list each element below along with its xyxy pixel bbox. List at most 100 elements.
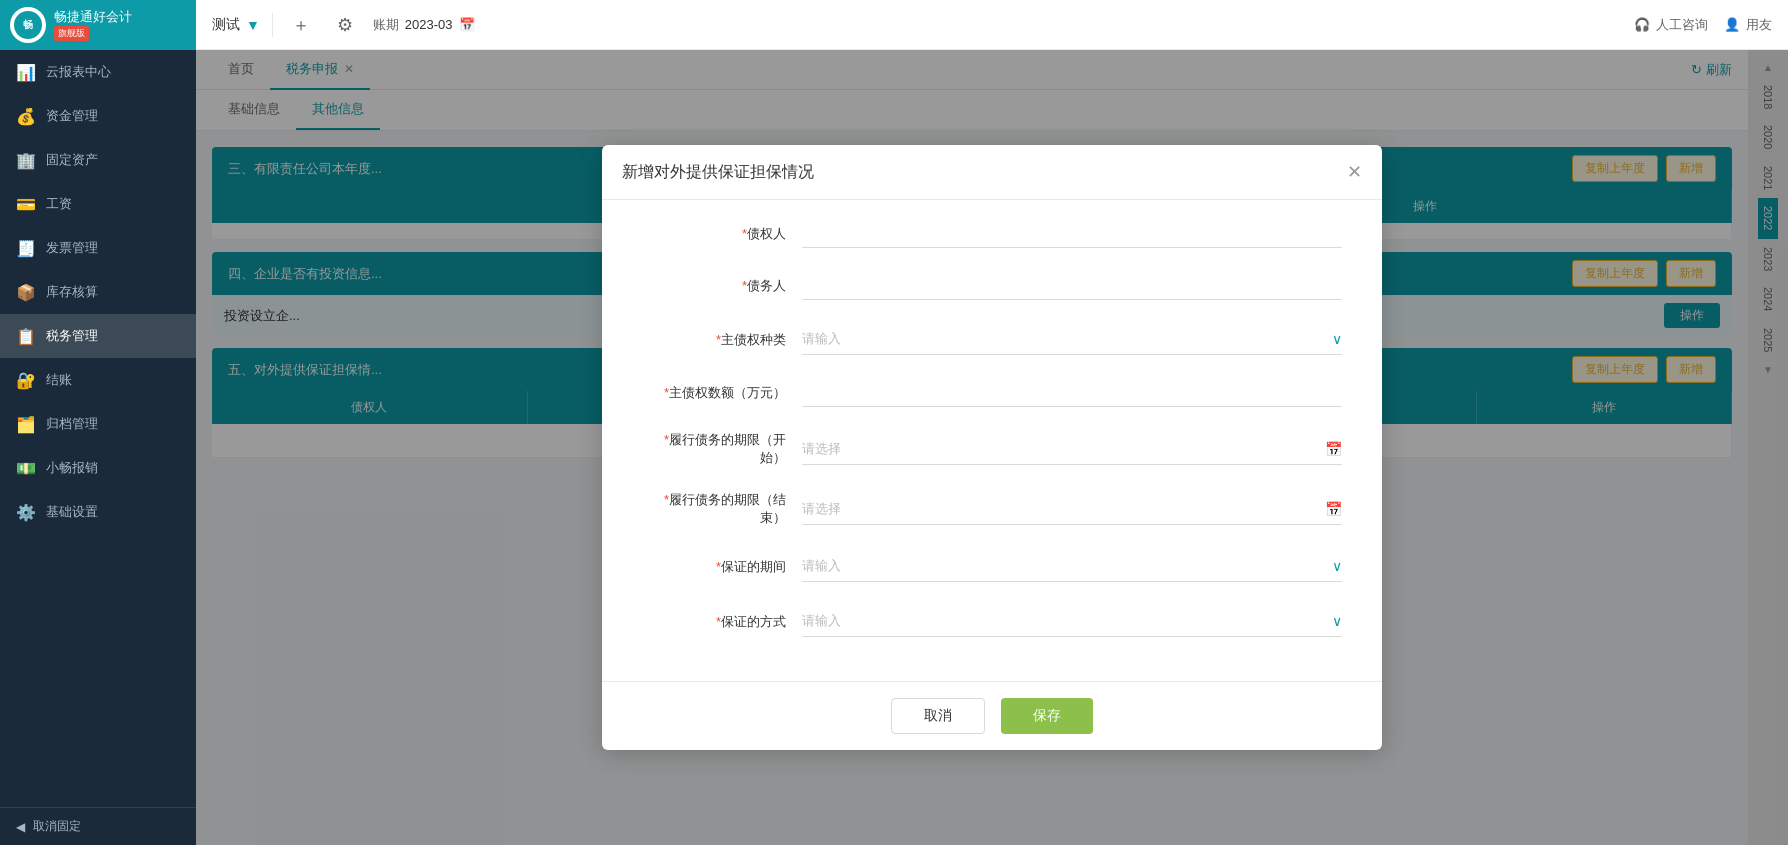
unpin-button[interactable]: ◀ 取消固定 [0,808,196,845]
form-row-guarantee-period: *保证的期间 请输入 ∨ [642,551,1342,582]
period-end-label: *履行债务的期限（结束） [642,491,802,527]
service-button[interactable]: 🎧 人工咨询 [1634,16,1708,34]
fund-mgmt-icon: 💰 [16,106,36,126]
claim-type-label: *主债权种类 [642,331,802,349]
sidebar-item-fixed-assets[interactable]: 🏢 固定资产 [0,138,196,182]
app-name: 畅捷通好会计 [54,9,132,25]
sidebar-label-archive: 归档管理 [46,415,98,433]
modal-title: 新增对外提供保证担保情况 [622,162,814,183]
modal-footer: 取消 保存 [602,681,1382,750]
period-start-calendar-icon: 📅 [1325,441,1342,457]
period-start-label: *履行债务的期限（开始） [642,431,802,467]
sidebar-label-tax-mgmt: 税务管理 [46,327,98,345]
expense-icon: 💵 [16,458,36,478]
modal-close-button[interactable]: ✕ [1347,161,1362,183]
debtor-input[interactable] [802,272,1342,300]
modal-backdrop: 新增对外提供保证担保情况 ✕ *债权人 [196,50,1788,845]
guarantee-period-label: *保证的期间 [642,558,802,576]
settings-button[interactable]: ⚙ [329,9,361,41]
sidebar-item-archive[interactable]: 🗂️ 归档管理 [0,402,196,446]
creditor-label: *债权人 [642,225,802,243]
modal-header: 新增对外提供保证担保情况 ✕ [602,145,1382,200]
topbar-divider1 [272,13,273,37]
period-label: 账期 [373,16,399,34]
period-end-calendar-icon: 📅 [1325,501,1342,517]
sidebar-label-fund-mgmt: 资金管理 [46,107,98,125]
sidebar-item-closing[interactable]: 🔐 结账 [0,358,196,402]
form-row-period-start: *履行债务的期限（开始） 请选择 📅 [642,431,1342,467]
guarantee-method-select[interactable]: 请输入 ∨ [802,606,1342,637]
sidebar-item-payroll[interactable]: 💳 工资 [0,182,196,226]
calendar-icon[interactable]: 📅 [459,17,475,32]
sidebar-item-expense[interactable]: 💵 小畅报销 [0,446,196,490]
sidebar-label-fixed-assets: 固定资产 [46,151,98,169]
sidebar-item-basic-settings[interactable]: ⚙️ 基础设置 [0,490,196,534]
form-row-debtor: *债务人 [642,272,1342,300]
cloud-report-icon: 📊 [16,62,36,82]
unpin-label: 取消固定 [33,818,81,835]
fixed-assets-icon: 🏢 [16,150,36,170]
sidebar-item-cloud-report[interactable]: 📊 云报表中心 [0,50,196,94]
archive-icon: 🗂️ [16,414,36,434]
save-button[interactable]: 保存 [1001,698,1093,734]
closing-icon: 🔐 [16,370,36,390]
period-start-picker[interactable]: 请选择 📅 [802,434,1342,465]
claim-type-placeholder: 请输入 [802,330,1332,348]
creditor-input[interactable] [802,220,1342,248]
period-display: 账期 2023-03 📅 [373,16,475,34]
form-row-claim-amount: *主债权数额（万元） [642,379,1342,407]
sidebar-label-expense: 小畅报销 [46,459,98,477]
claim-type-dropdown-icon: ∨ [1332,331,1342,347]
invoice-mgmt-icon: 🧾 [16,238,36,258]
inventory-icon: 📦 [16,282,36,302]
logo-inner: 畅 [14,11,42,39]
sidebar-bottom: ◀ 取消固定 [0,807,196,845]
sidebar-label-cloud-report: 云报表中心 [46,63,111,81]
tax-mgmt-icon: 📋 [16,326,36,346]
company-selector[interactable]: 测试 ▼ [212,16,260,34]
form-row-period-end: *履行债务的期限（结束） 请选择 📅 [642,491,1342,527]
payroll-icon: 💳 [16,194,36,214]
guarantee-period-select[interactable]: 请输入 ∨ [802,551,1342,582]
guarantee-period-dropdown-icon: ∨ [1332,558,1342,574]
company-dropdown-icon: ▼ [246,17,260,33]
guarantee-method-label: *保证的方式 [642,613,802,631]
sidebar-item-invoice-mgmt[interactable]: 🧾 发票管理 [0,226,196,270]
user-menu[interactable]: 👤 用友 [1724,16,1772,34]
modal-body: *债权人 *债务人 [602,200,1382,681]
period-value: 2023-03 [405,17,453,32]
form-row-creditor: *债权人 [642,220,1342,248]
sidebar-label-payroll: 工资 [46,195,72,213]
sidebar-label-inventory: 库存核算 [46,283,98,301]
arrow-left-icon: ◀ [16,820,25,834]
claim-amount-label: *主债权数额（万元） [642,384,802,402]
period-end-placeholder: 请选择 [802,500,1325,518]
sidebar-label-invoice-mgmt: 发票管理 [46,239,98,257]
sidebar-label-closing: 结账 [46,371,72,389]
app-logo: 畅 [10,7,46,43]
user-avatar-icon: 👤 [1724,17,1740,32]
period-start-placeholder: 请选择 [802,440,1325,458]
sidebar-header: 畅 畅捷通好会计 旗舰版 [0,0,196,50]
sidebar-label-basic-settings: 基础设置 [46,503,98,521]
main-area: 测试 ▼ ＋ ⚙ 账期 2023-03 📅 🎧 人工咨询 👤 [196,0,1788,845]
cancel-button[interactable]: 取消 [891,698,985,734]
sidebar-item-inventory[interactable]: 📦 库存核算 [0,270,196,314]
debtor-label: *债务人 [642,277,802,295]
sidebar-item-fund-mgmt[interactable]: 💰 资金管理 [0,94,196,138]
form-row-guarantee-method: *保证的方式 请输入 ∨ [642,606,1342,637]
claim-amount-input[interactable] [802,379,1342,407]
period-end-picker[interactable]: 请选择 📅 [802,494,1342,525]
sidebar-nav: 📊 云报表中心 💰 资金管理 🏢 固定资产 💳 工资 🧾 发票管理 📦 [0,50,196,807]
add-button[interactable]: ＋ [285,9,317,41]
claim-type-select[interactable]: 请输入 ∨ [802,324,1342,355]
service-label: 人工咨询 [1656,16,1708,34]
sidebar: 畅 畅捷通好会计 旗舰版 📊 云报表中心 💰 资金管理 🏢 固定资产 � [0,0,196,845]
guarantee-method-dropdown-icon: ∨ [1332,613,1342,629]
guarantee-period-placeholder: 请输入 [802,557,1332,575]
form-row-claim-type: *主债权种类 请输入 ∨ [642,324,1342,355]
sidebar-item-tax-mgmt[interactable]: 📋 税务管理 [0,314,196,358]
content-area: 首页 税务申报 ✕ ↻ 刷新 基 [196,50,1788,845]
company-name: 测试 [212,16,240,34]
basic-settings-icon: ⚙️ [16,502,36,522]
